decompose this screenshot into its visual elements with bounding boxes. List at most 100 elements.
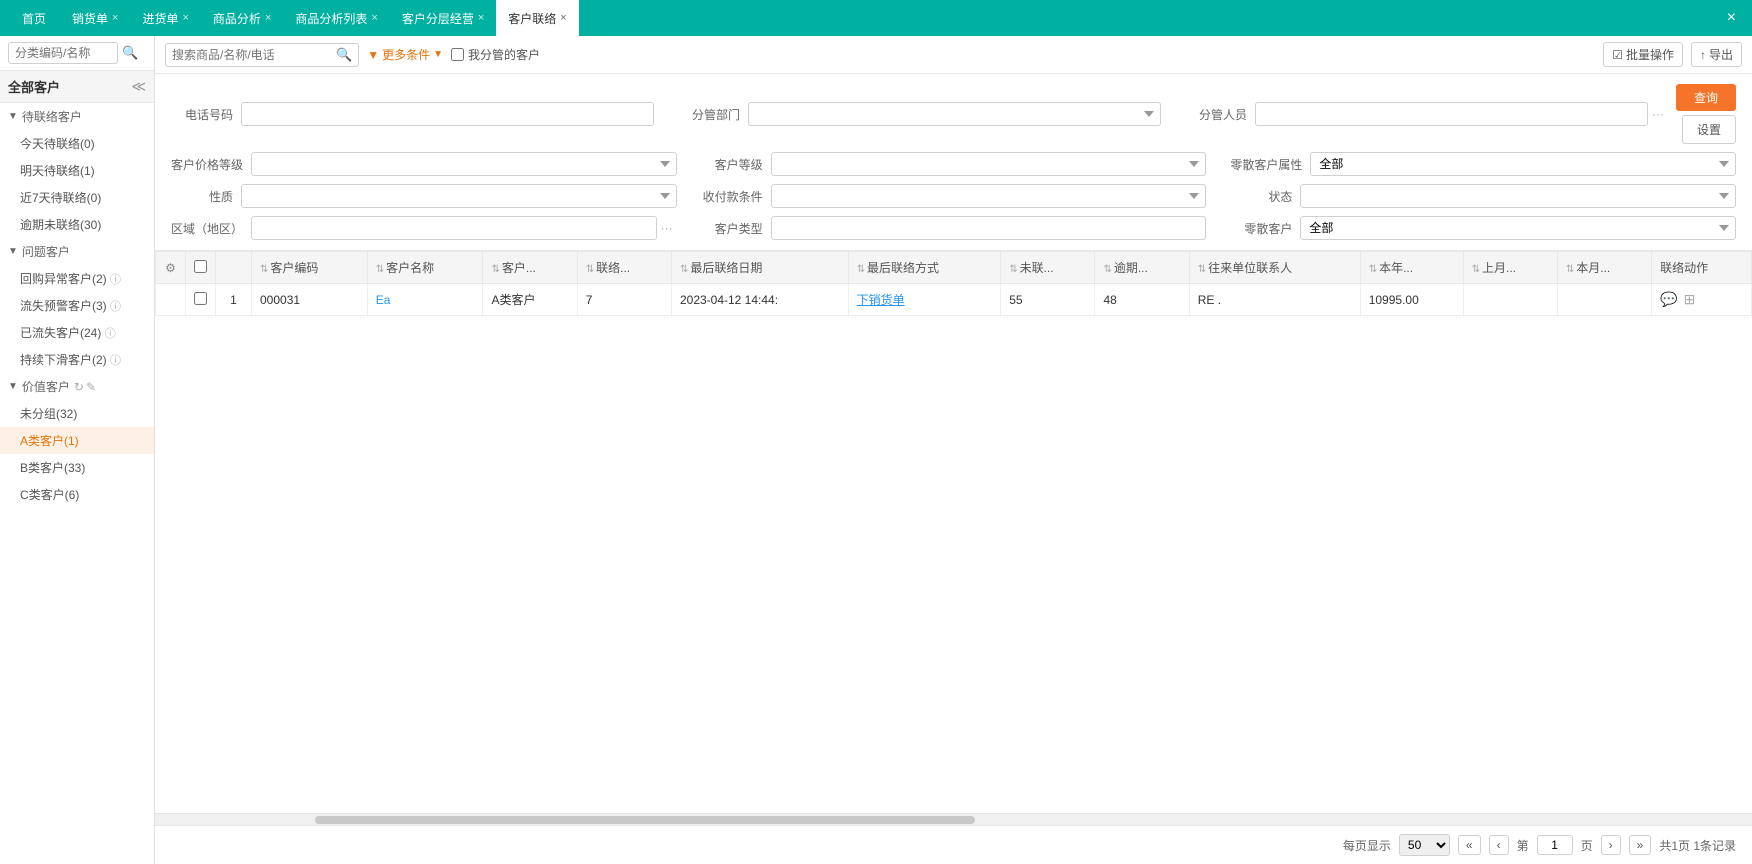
settings-button[interactable]: 设置 bbox=[1682, 115, 1736, 144]
page-number-input[interactable] bbox=[1537, 835, 1573, 855]
sidebar-item-declining[interactable]: 持续下滑客户(2) ⓘ bbox=[0, 346, 154, 373]
close-all-button[interactable]: × bbox=[1719, 9, 1744, 27]
filter-price-grade-select[interactable] bbox=[251, 152, 677, 176]
last-contact-method-link[interactable]: 下销货单 bbox=[857, 293, 905, 307]
nav-home[interactable]: 首页 bbox=[8, 0, 60, 36]
nav-product-analysis-label: 商品分析 bbox=[213, 10, 261, 27]
data-table-container: ⚙ 客户编码 客户名称 客户... 联络... 最后联络日期 最后联络方式 未联… bbox=[155, 251, 1752, 813]
sidebar-section-value[interactable]: ▼ 价值客户 ↻ ✎ bbox=[0, 373, 154, 400]
search-input[interactable] bbox=[172, 48, 332, 62]
select-all-checkbox[interactable] bbox=[194, 260, 207, 273]
col-this-month-header[interactable]: 本月... bbox=[1557, 252, 1651, 284]
batch-action-button[interactable]: ☑ 批量操作 bbox=[1603, 42, 1683, 67]
filter-scattered-attr-select[interactable]: 全部 bbox=[1310, 152, 1736, 176]
filter-department-select[interactable] bbox=[748, 102, 1161, 126]
nav-customer-contact-close[interactable]: × bbox=[560, 12, 566, 24]
filter-region-input[interactable] bbox=[251, 216, 657, 240]
sidebar-item-type-c[interactable]: C类客户(6) bbox=[0, 481, 154, 508]
row-last-contact-method[interactable]: 下销货单 bbox=[848, 284, 1001, 316]
nav-sales-close[interactable]: × bbox=[112, 12, 118, 24]
col-check-header bbox=[186, 252, 216, 284]
filter-customer-grade: 客户等级 bbox=[701, 152, 1207, 176]
nav-purchase-close[interactable]: × bbox=[182, 12, 188, 24]
sidebar-item-overdue[interactable]: 逾期未联络(30) bbox=[0, 211, 154, 238]
search-icon[interactable]: 🔍 bbox=[336, 47, 352, 63]
export-button[interactable]: ↑ 导出 bbox=[1691, 42, 1742, 67]
last-page-button[interactable]: » bbox=[1629, 835, 1652, 855]
nav-customer-contact[interactable]: 客户联络 × bbox=[496, 0, 578, 36]
row-checkbox-cell bbox=[186, 284, 216, 316]
row-checkbox[interactable] bbox=[194, 292, 207, 305]
filter-status-select[interactable] bbox=[1300, 184, 1736, 208]
nav-product-analysis[interactable]: 商品分析 × bbox=[201, 0, 283, 36]
scroll-thumb[interactable] bbox=[315, 816, 975, 824]
filter-phone-input[interactable] bbox=[241, 102, 654, 126]
col-customer-type-header[interactable]: 客户... bbox=[483, 252, 577, 284]
nav-sales[interactable]: 销货单 × bbox=[60, 0, 130, 36]
value-refresh-icon[interactable]: ↻ bbox=[74, 380, 84, 394]
filter-price-grade: 客户价格等级 bbox=[171, 152, 677, 176]
filter-region-dots[interactable]: ··· bbox=[657, 221, 677, 235]
more-filters-button[interactable]: ▼ 更多条件 ▼ bbox=[367, 46, 443, 63]
filter-person-input[interactable] bbox=[1255, 102, 1648, 126]
col-customer-code-header[interactable]: 客户编码 bbox=[252, 252, 368, 284]
sidebar-item-today-pending[interactable]: 今天待联络(0) bbox=[0, 130, 154, 157]
col-last-contact-method-header[interactable]: 最后联络方式 bbox=[848, 252, 1001, 284]
col-not-contacted-header[interactable]: 未联... bbox=[1001, 252, 1095, 284]
nav-customer-layer[interactable]: 客户分层经营 × bbox=[390, 0, 496, 36]
page-size-select[interactable]: 50 100 bbox=[1399, 834, 1450, 856]
sidebar-all-customers-label[interactable]: 全部客户 bbox=[8, 77, 60, 96]
top-navigation: 首页 销货单 × 进货单 × 商品分析 × 商品分析列表 × 客户分层经营 × … bbox=[0, 0, 1752, 36]
filter-customer-type: 客户类型 bbox=[701, 216, 1207, 240]
sidebar-item-type-b[interactable]: B类客户(33) bbox=[0, 454, 154, 481]
col-this-year-header[interactable]: 本年... bbox=[1360, 252, 1463, 284]
value-edit-icon[interactable]: ✎ bbox=[86, 380, 96, 394]
gear-icon[interactable]: ⚙ bbox=[165, 261, 176, 275]
sidebar-item-ungrouped[interactable]: 未分组(32) bbox=[0, 400, 154, 427]
col-contact-count-header[interactable]: 联络... bbox=[577, 252, 671, 284]
chat-icon[interactable]: 💬 bbox=[1660, 291, 1677, 308]
sidebar-section-pending[interactable]: ▼ 待联络客户 bbox=[0, 103, 154, 130]
filter-nature-select[interactable] bbox=[241, 184, 677, 208]
col-overdue-header[interactable]: 逾期... bbox=[1095, 252, 1189, 284]
sidebar-item-repurchase-abnormal[interactable]: 回购异常客户(2) ⓘ bbox=[0, 265, 154, 292]
col-last-contact-date-header[interactable]: 最后联络日期 bbox=[671, 252, 848, 284]
filter-scattered: 零散客户 全部 bbox=[1230, 216, 1736, 240]
filter-person-dots[interactable]: ··· bbox=[1648, 107, 1668, 121]
sidebar-section-problem[interactable]: ▼ 问题客户 bbox=[0, 238, 154, 265]
nav-customer-layer-label: 客户分层经营 bbox=[402, 10, 474, 27]
nav-product-analysis-close[interactable]: × bbox=[265, 12, 271, 24]
sidebar-collapse-button[interactable]: ≪ bbox=[131, 78, 146, 95]
nav-product-analysis-list-close[interactable]: × bbox=[371, 12, 377, 24]
row-customer-name[interactable]: Ea bbox=[367, 284, 483, 316]
nav-product-analysis-list[interactable]: 商品分析列表 × bbox=[283, 0, 389, 36]
sidebar-search-input[interactable] bbox=[8, 42, 118, 64]
filter-scattered-select[interactable]: 全部 bbox=[1300, 216, 1736, 240]
col-last-month-header[interactable]: 上月... bbox=[1463, 252, 1557, 284]
filter-payment-select[interactable] bbox=[771, 184, 1207, 208]
nav-customer-layer-close[interactable]: × bbox=[478, 12, 484, 24]
filter-phone: 电话号码 bbox=[171, 102, 654, 126]
filter-customer-grade-select[interactable] bbox=[771, 152, 1207, 176]
sidebar-search-icon[interactable]: 🔍 bbox=[122, 45, 138, 61]
sidebar-item-tomorrow-pending[interactable]: 明天待联络(1) bbox=[0, 157, 154, 184]
table-row: 1 000031 Ea A类客户 7 2023-04-12 14:44: 下销货… bbox=[156, 284, 1752, 316]
first-page-button[interactable]: « bbox=[1458, 835, 1481, 855]
filter-customer-type-input[interactable] bbox=[771, 216, 1207, 240]
arrow-value-icon: ▼ bbox=[8, 381, 18, 392]
sidebar-item-type-a[interactable]: A类客户(1) bbox=[0, 427, 154, 454]
nav-purchase[interactable]: 进货单 × bbox=[130, 0, 200, 36]
next-page-button[interactable]: › bbox=[1601, 835, 1621, 855]
col-customer-name-header[interactable]: 客户名称 bbox=[367, 252, 483, 284]
sidebar-item-churn-warning[interactable]: 流失预警客户(3) ⓘ bbox=[0, 292, 154, 319]
sidebar-item-churned[interactable]: 已流失客户(24) ⓘ bbox=[0, 319, 154, 346]
qr-icon[interactable]: ⊞ bbox=[1684, 291, 1696, 308]
horizontal-scrollbar[interactable] bbox=[155, 813, 1752, 825]
batch-check-icon: ☑ bbox=[1612, 48, 1623, 62]
prev-page-button[interactable]: ‹ bbox=[1489, 835, 1509, 855]
query-button[interactable]: 查询 bbox=[1676, 84, 1736, 111]
my-customer-checkbox[interactable] bbox=[451, 48, 464, 61]
row-last-month bbox=[1463, 284, 1557, 316]
col-contact-person-header[interactable]: 往来单位联系人 bbox=[1189, 252, 1360, 284]
sidebar-item-week-pending[interactable]: 近7天待联络(0) bbox=[0, 184, 154, 211]
